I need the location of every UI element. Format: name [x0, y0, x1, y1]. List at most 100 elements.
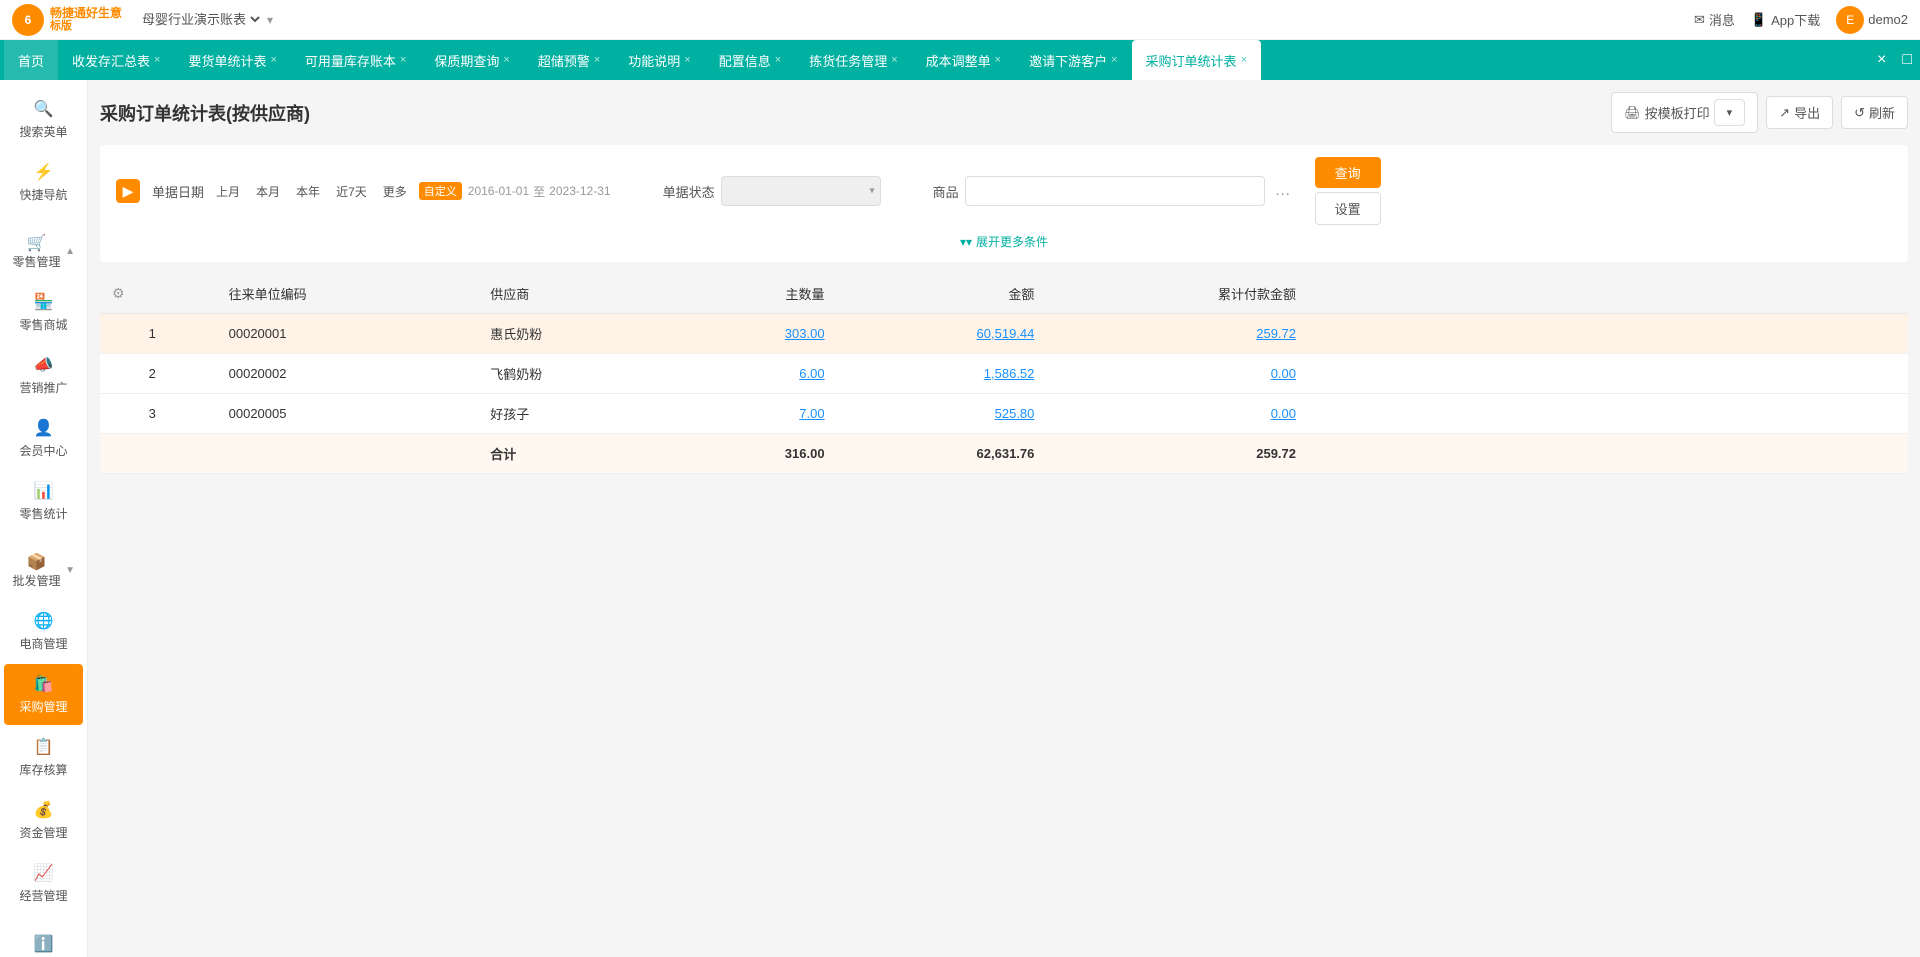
td-quantity-2: 6.00 [673, 354, 836, 394]
close-tab-chengbentiaoz[interactable]: × [995, 54, 1001, 66]
tab-baojin[interactable]: 保质期查询 × [420, 40, 523, 80]
sidebar-item-retailstat[interactable]: 📊 零售统计 [4, 471, 83, 532]
close-tab-chaochuyujing[interactable]: × [594, 54, 600, 66]
td-paid-3: 0.00 [1046, 394, 1308, 434]
sidebar-item-marketing[interactable]: 📣 营销推广 [4, 345, 83, 406]
layout: 🔍 搜索英单 ⚡ 快捷导航 🛒 零售管理 ▲ 🏪 零售商城 📣 营销推广 👤 会… [0, 80, 1920, 957]
refresh-btn[interactable]: ↺ 刷新 [1841, 96, 1908, 129]
sidebar-item-retailshop[interactable]: 🏪 零售商城 [4, 282, 83, 343]
close-tab-paihuorenwu[interactable]: × [891, 54, 897, 66]
sidebar-item-inventory[interactable]: 📋 库存核算 [4, 727, 83, 788]
td-supplier-1: 惠氏奶粉 [478, 314, 673, 354]
table-row: 2 00020002 飞鹤奶粉 6.00 1,586.52 0.00 [100, 354, 1908, 394]
export-btn[interactable]: ↗ 导出 [1766, 96, 1833, 129]
sidebar-item-batch[interactable]: 📦 批发管理 ▼ [4, 542, 83, 599]
sidebar-item-quicknav[interactable]: ⚡ 快捷导航 [4, 152, 83, 213]
close-tab-gongneng[interactable]: × [684, 54, 690, 66]
basic-icon: ℹ️ [34, 934, 54, 954]
tab-paihuorenwu[interactable]: 拣货任务管理 × [795, 40, 911, 80]
sidebar-item-search[interactable]: 🔍 搜索英单 [4, 89, 83, 150]
td-amount-2: 1,586.52 [837, 354, 1047, 394]
tab-yaoqingxiayou[interactable]: 邀请下游客户 × [1015, 40, 1131, 80]
sidebar-item-ecommerce[interactable]: 🌐 电商管理 [4, 601, 83, 662]
avatar: E [1836, 6, 1864, 34]
settings-btn[interactable]: 设置 [1315, 192, 1381, 225]
breadcrumb-select[interactable]: 母婴行业演示账表 [138, 11, 263, 28]
tab-shoufachui[interactable]: 收发存汇总表 × [58, 40, 174, 80]
query-btn[interactable]: 查询 [1315, 157, 1381, 188]
close-tab-keyong[interactable]: × [400, 54, 406, 66]
td-gear-1 [100, 314, 137, 354]
filter-row-1: ▶ 单据日期 上月 本月 本年 近7天 更多 自定义 2016-01-01 至 … [116, 157, 1892, 225]
tab-gongneng[interactable]: 功能说明 × [614, 40, 704, 80]
table-row: 1 00020001 惠氏奶粉 303.00 60,519.44 259.72 [100, 314, 1908, 354]
table-header-row: ⚙ 往来单位编码 供应商 主数量 金额 累计付款金额 [100, 274, 1908, 314]
tf-paid: 259.72 [1046, 434, 1308, 474]
shortcut-7days[interactable]: 近7天 [330, 181, 373, 202]
status-select[interactable] [721, 176, 881, 206]
close-tab-yaoqingxiayou[interactable]: × [1111, 54, 1117, 66]
filter-toggle-btn[interactable]: ▶ [116, 179, 140, 203]
page-actions: 🖨 按模板打印 ▾ ↗ 导出 ↺ 刷新 [1611, 92, 1908, 133]
filter-area: ▶ 单据日期 上月 本月 本年 近7天 更多 自定义 2016-01-01 至 … [100, 145, 1908, 262]
status-select-wrapper: ▾ [721, 176, 881, 206]
td-paid-2: 0.00 [1046, 354, 1308, 394]
tab-chengbentiaoz[interactable]: 成本调整单 × [912, 40, 1015, 80]
shortcut-last-month[interactable]: 上月 [210, 181, 246, 202]
top-bar-right: ✉ 消息 📱 App下载 E demo2 [1694, 6, 1908, 34]
td-supplier-3: 好孩子 [478, 394, 673, 434]
print-arrow-icon: ▾ [1714, 99, 1746, 126]
print-btn[interactable]: 🖨 按模板打印 ▾ [1611, 92, 1758, 133]
expand-icon: ▾▾ [960, 235, 972, 249]
th-index [137, 274, 217, 314]
user-area[interactable]: E demo2 [1836, 6, 1908, 34]
close-tab-peizhixinxi[interactable]: × [775, 54, 781, 66]
sidebar-item-basic[interactable]: ℹ️ 基础信息 [4, 924, 83, 957]
logo-icon: 6 [12, 4, 44, 36]
sidebar-item-retail[interactable]: 🛒 零售管理 ▲ [4, 223, 83, 280]
nav-tabs-actions: × □ [1873, 47, 1916, 73]
td-unit-code-1: 00020001 [217, 314, 479, 354]
td-quantity-1: 303.00 [673, 314, 836, 354]
custom-badge[interactable]: 自定义 [419, 182, 462, 200]
expand-row: ▾▾ 展开更多条件 [116, 233, 1892, 250]
expand-btn[interactable]: ▾▾ 展开更多条件 [960, 233, 1048, 250]
tab-peizhixinxi[interactable]: 配置信息 × [705, 40, 795, 80]
close-tab-yaohuo[interactable]: × [270, 54, 276, 66]
tf-label: 合计 [478, 434, 673, 474]
sidebar-item-operations[interactable]: 📈 经营管理 [4, 853, 83, 914]
tab-keyong[interactable]: 可用量库存账本 × [291, 40, 420, 80]
tab-caigoudindan[interactable]: 采购订单统计表 × [1132, 40, 1261, 80]
close-all-tabs-btn[interactable]: × [1873, 47, 1890, 73]
logo-area: 6 畅捷通好生意 标版 [12, 4, 122, 36]
table-settings-gear-icon[interactable]: ⚙ [112, 285, 125, 301]
maximize-btn[interactable]: □ [1898, 47, 1916, 73]
page-title: 采购订单统计表(按供应商) [100, 100, 310, 126]
th-supplier: 供应商 [478, 274, 673, 314]
logo-text: 畅捷通好生意 标版 [50, 6, 122, 34]
close-tab-shoufachui[interactable]: × [154, 54, 160, 66]
page-header: 采购订单统计表(按供应商) 🖨 按模板打印 ▾ ↗ 导出 ↺ 刷新 [100, 92, 1908, 133]
shortcut-this-month[interactable]: 本月 [250, 181, 286, 202]
top-bar: 6 畅捷通好生意 标版 母婴行业演示账表 ▾ ✉ 消息 📱 App下载 E de… [0, 0, 1920, 40]
goods-more-btn[interactable]: … [1271, 182, 1295, 200]
sidebar-item-finance[interactable]: 💰 资金管理 [4, 790, 83, 851]
th-unit-code: 往来单位编码 [217, 274, 479, 314]
messages-btn[interactable]: ✉ 消息 [1694, 10, 1735, 29]
sidebar-item-members[interactable]: 👤 会员中心 [4, 408, 83, 469]
td-index-2: 2 [137, 354, 217, 394]
shortcut-more[interactable]: 更多 [377, 181, 413, 202]
app-download-btn[interactable]: 📱 App下载 [1751, 10, 1820, 29]
sidebar-item-purchase[interactable]: 🛍️ 采购管理 [4, 664, 83, 725]
th-gear: ⚙ [100, 274, 137, 314]
tab-home[interactable]: 首页 [4, 40, 58, 80]
goods-input[interactable] [965, 176, 1265, 206]
tab-yaohuo[interactable]: 要货单统计表 × [174, 40, 290, 80]
shortcut-this-year[interactable]: 本年 [290, 181, 326, 202]
td-gear-3 [100, 394, 137, 434]
close-tab-caigoudindan[interactable]: × [1241, 54, 1247, 66]
td-amount-1: 60,519.44 [837, 314, 1047, 354]
tab-chaochuyujing[interactable]: 超储预警 × [524, 40, 614, 80]
close-tab-baojin[interactable]: × [503, 54, 509, 66]
th-amount: 金额 [837, 274, 1047, 314]
